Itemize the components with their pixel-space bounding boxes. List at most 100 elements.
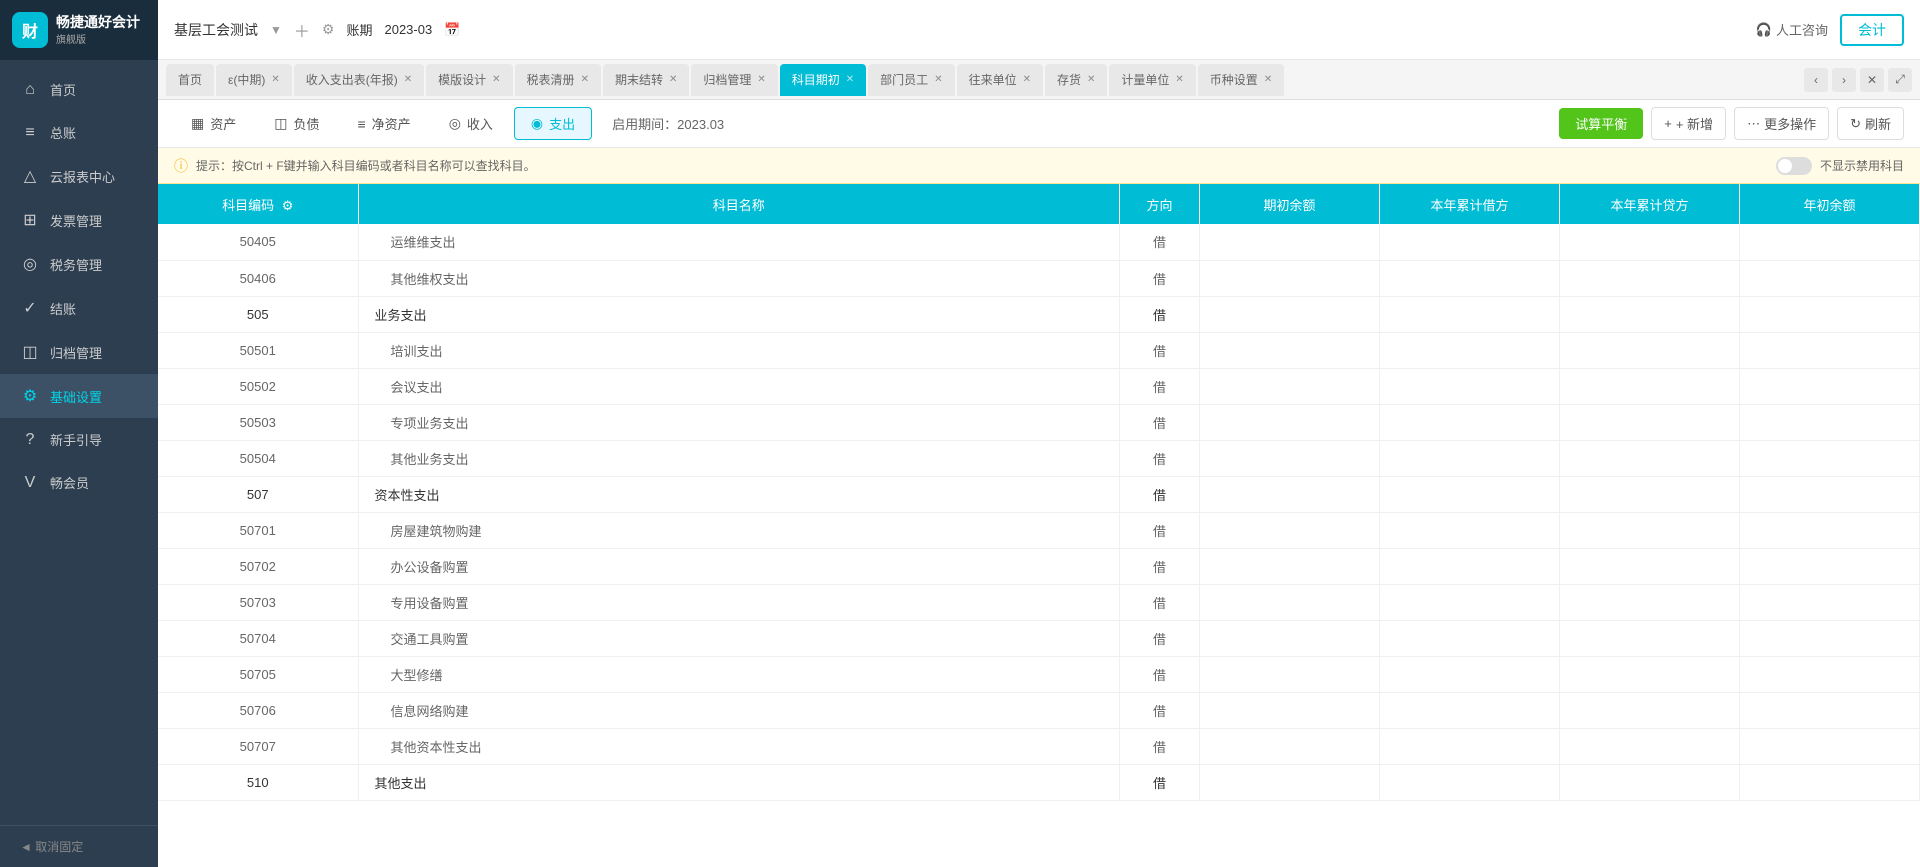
add-label: + 新增 bbox=[1676, 114, 1713, 133]
cell-dir: 借 bbox=[1120, 404, 1200, 440]
tab-label: 首页 bbox=[178, 71, 202, 88]
tab-inventory[interactable]: 存货 ✕ bbox=[1045, 64, 1107, 96]
topbar-dropdown-icon[interactable]: ▼ bbox=[270, 23, 282, 37]
table-row[interactable]: 50707 其他资本性支出 借 bbox=[158, 728, 1920, 764]
table-row[interactable]: 505 业务支出 借 bbox=[158, 296, 1920, 332]
tab-expand-btn[interactable]: ⤢ bbox=[1888, 68, 1912, 92]
period-info: 启用期间：2023.03 bbox=[612, 114, 724, 133]
topbar-gear-icon[interactable]: ⚙ bbox=[322, 21, 335, 38]
tabbar: 首页 ε(中期) ✕ 收入支出表(年报) ✕ 模版设计 ✕ 税表清册 ✕ 期末结… bbox=[158, 60, 1920, 100]
tab-period-end[interactable]: 期末结转 ✕ bbox=[603, 64, 689, 96]
sidebar-footer[interactable]: ◄ 取消固定 bbox=[0, 825, 158, 867]
tab-filing[interactable]: 归档管理 ✕ bbox=[691, 64, 777, 96]
cell-code: 50701 bbox=[158, 512, 358, 548]
tab-prev-btn[interactable]: ‹ bbox=[1804, 68, 1828, 92]
sidebar-item-ledger[interactable]: ≡ 总账 bbox=[0, 111, 158, 154]
sidebar: 财 畅捷通好会计 旗舰版 ⌂ 首页 ≡ 总账 △ 云报表中心 ⊞ 发票管理 ◎ … bbox=[0, 0, 158, 867]
tab-close-icon[interactable]: ✕ bbox=[1264, 74, 1272, 85]
refresh-label: 刷新 bbox=[1865, 114, 1891, 133]
toggle-disabled-subjects[interactable] bbox=[1776, 157, 1812, 175]
tab-close-icon[interactable]: ✕ bbox=[581, 74, 589, 85]
tab-close-icon[interactable]: ✕ bbox=[1087, 74, 1095, 85]
topbar-calendar-icon[interactable]: 📅 bbox=[444, 22, 460, 38]
table-row[interactable]: 50406 其他维权支出 借 bbox=[158, 260, 1920, 296]
th-name: 科目名称 bbox=[358, 184, 1120, 224]
table-row[interactable]: 50501 培训支出 借 bbox=[158, 332, 1920, 368]
table-row[interactable]: 50703 专用设备购置 借 bbox=[158, 584, 1920, 620]
tab-balance[interactable]: ε(中期) ✕ bbox=[216, 64, 292, 96]
tab-close-icon[interactable]: ✕ bbox=[1023, 74, 1031, 85]
sidebar-item-guide[interactable]: ? 新手引导 bbox=[0, 418, 158, 461]
cell-init bbox=[1200, 260, 1380, 296]
cell-credit bbox=[1560, 260, 1740, 296]
table-row[interactable]: 50701 房屋建筑物购建 借 bbox=[158, 512, 1920, 548]
home-icon: ⌂ bbox=[20, 81, 40, 99]
sidebar-item-archive[interactable]: ◫ 归档管理 bbox=[0, 330, 158, 374]
cell-init bbox=[1200, 476, 1380, 512]
tab-income[interactable]: 收入支出表(年报) ✕ bbox=[294, 64, 424, 96]
refresh-button[interactable]: ↻ 刷新 bbox=[1837, 107, 1904, 140]
tab-next-btn[interactable]: › bbox=[1832, 68, 1856, 92]
tab-close-icon[interactable]: ✕ bbox=[1175, 74, 1183, 85]
tab-tax[interactable]: 税表清册 ✕ bbox=[515, 64, 601, 96]
tab-units[interactable]: 往来单位 ✕ bbox=[957, 64, 1043, 96]
tab-currency[interactable]: 币种设置 ✕ bbox=[1198, 64, 1284, 96]
sidebar-item-home[interactable]: ⌂ 首页 bbox=[0, 68, 158, 111]
tabbar-nav: ‹ › ✕ ⤢ bbox=[1804, 68, 1912, 92]
tab-units-measure[interactable]: 计量单位 ✕ bbox=[1109, 64, 1195, 96]
tab-dept[interactable]: 部门员工 ✕ bbox=[868, 64, 954, 96]
sidebar-item-label: 首页 bbox=[50, 80, 76, 99]
table-container[interactable]: 科目编码 ⚙ 科目名称 方向 期初余额 本年累计借方 bbox=[158, 184, 1920, 867]
table-row[interactable]: 50502 会议支出 借 bbox=[158, 368, 1920, 404]
topbar-title: 基层工会测试 bbox=[174, 20, 258, 40]
more-button[interactable]: ⋯ 更多操作 bbox=[1734, 107, 1829, 140]
tab-close-icon[interactable]: ✕ bbox=[757, 74, 765, 85]
tab-template[interactable]: 模版设计 ✕ bbox=[426, 64, 512, 96]
sidebar-item-reports[interactable]: △ 云报表中心 bbox=[0, 154, 158, 198]
tab-close-icon[interactable]: ✕ bbox=[934, 74, 942, 85]
table-row[interactable]: 50704 交通工具购置 借 bbox=[158, 620, 1920, 656]
topbar-support-btn[interactable]: 🎧 人工咨询 bbox=[1756, 20, 1828, 39]
sidebar-item-tax[interactable]: ◎ 税务管理 bbox=[0, 242, 158, 286]
cell-credit bbox=[1560, 764, 1740, 800]
sidebar-item-settings[interactable]: ⚙ 基础设置 bbox=[0, 374, 158, 418]
cell-debit bbox=[1380, 728, 1560, 764]
tab-subject-init[interactable]: 科目期初 ✕ bbox=[780, 64, 866, 96]
table-row[interactable]: 50706 信息网络购建 借 bbox=[158, 692, 1920, 728]
sidebar-item-label: 发票管理 bbox=[50, 211, 102, 230]
table-row[interactable]: 50405 运维维支出 借 bbox=[158, 224, 1920, 260]
sidebar-item-member[interactable]: V 畅会员 bbox=[0, 461, 158, 504]
sidebar-item-invoice[interactable]: ⊞ 发票管理 bbox=[0, 198, 158, 242]
subtab-asset[interactable]: ▦ 资产 bbox=[174, 107, 253, 140]
refresh-icon: ↻ bbox=[1850, 116, 1861, 132]
tab-close-icon[interactable]: ✕ bbox=[271, 74, 279, 85]
tab-close-icon[interactable]: ✕ bbox=[669, 74, 677, 85]
tab-close-all-btn[interactable]: ✕ bbox=[1860, 68, 1884, 92]
topbar-account-button[interactable]: 会计 bbox=[1840, 14, 1904, 46]
cell-init bbox=[1200, 764, 1380, 800]
tab-label: 期末结转 bbox=[615, 71, 663, 88]
table-row[interactable]: 507 资本性支出 借 bbox=[158, 476, 1920, 512]
balance-button[interactable]: 试算平衡 bbox=[1559, 108, 1643, 139]
subtab-income[interactable]: ◎ 收入 bbox=[432, 107, 510, 140]
sidebar-item-settlement[interactable]: ✓ 结账 bbox=[0, 286, 158, 330]
subtab-expense[interactable]: ◉ 支出 bbox=[514, 107, 592, 140]
table-row[interactable]: 510 其他支出 借 bbox=[158, 764, 1920, 800]
table-row[interactable]: 50702 办公设备购置 借 bbox=[158, 548, 1920, 584]
tab-close-icon[interactable]: ✕ bbox=[492, 74, 500, 85]
column-settings-icon[interactable]: ⚙ bbox=[282, 198, 294, 214]
subtab-liability[interactable]: ◫ 负债 bbox=[257, 107, 336, 140]
tab-home[interactable]: 首页 bbox=[166, 64, 214, 96]
add-button[interactable]: + + 新增 bbox=[1651, 107, 1726, 140]
table-row[interactable]: 50503 专项业务支出 借 bbox=[158, 404, 1920, 440]
table-row[interactable]: 50705 大型修缮 借 bbox=[158, 656, 1920, 692]
cell-name: 专项业务支出 bbox=[358, 404, 1120, 440]
tab-close-icon[interactable]: ✕ bbox=[404, 74, 412, 85]
content-area: ▦ 资产 ◫ 负债 ≡ 净资产 ◎ 收入 ◉ 支出 启用期间：2023.03 试… bbox=[158, 100, 1920, 867]
tab-label: 币种设置 bbox=[1210, 71, 1258, 88]
topbar-add-icon[interactable]: ＋ bbox=[294, 18, 310, 42]
table-row[interactable]: 50504 其他业务支出 借 bbox=[158, 440, 1920, 476]
cell-debit bbox=[1380, 620, 1560, 656]
tab-close-icon[interactable]: ✕ bbox=[846, 74, 854, 85]
subtab-net-asset[interactable]: ≡ 净资产 bbox=[341, 107, 428, 140]
